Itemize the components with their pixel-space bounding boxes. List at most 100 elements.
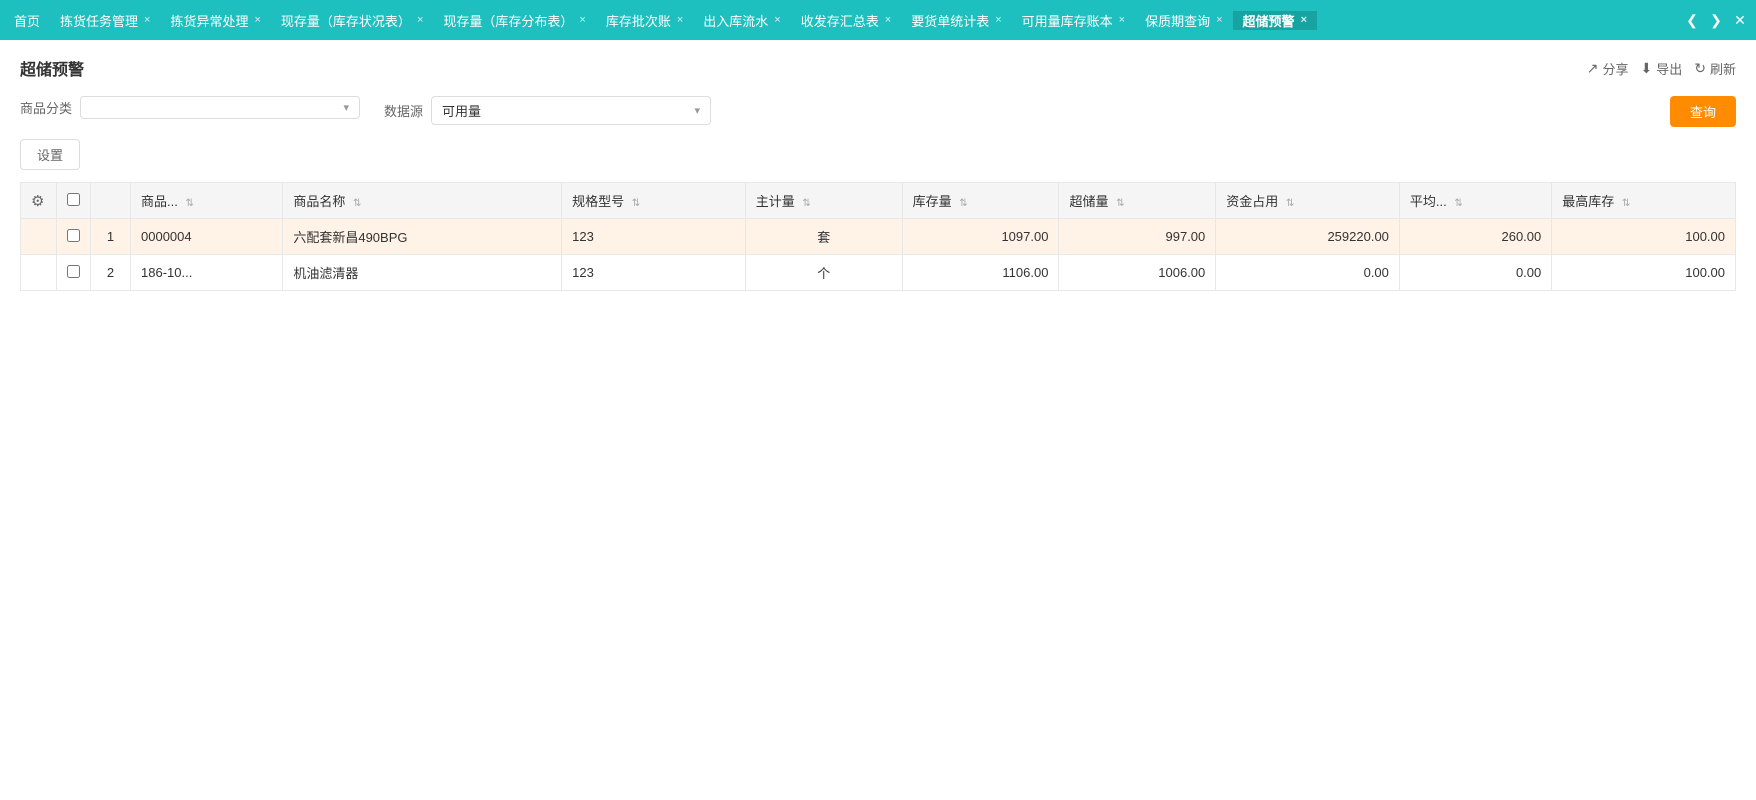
cell-0-7: 1097.00	[902, 219, 1059, 255]
export-button[interactable]: ⬇ 导出	[1641, 59, 1683, 78]
cell-value-1-11: 100.00	[1685, 265, 1725, 280]
select-all-checkbox[interactable]	[67, 193, 80, 206]
page-header: 超储预警 ↗ 分享 ⬇ 导出 ↻ 刷新	[20, 56, 1736, 80]
nav-tab-close-6[interactable]: ×	[774, 14, 780, 26]
cell-1-11: 100.00	[1552, 255, 1736, 291]
sort-capital-icon: ⇅	[1286, 198, 1294, 209]
cell-value-0-5: 123	[572, 229, 594, 244]
cell-1-3: 186-10...	[131, 255, 283, 291]
refresh-button[interactable]: ↻ 刷新	[1694, 59, 1736, 78]
share-button[interactable]: ↗ 分享	[1587, 59, 1629, 78]
table-row: 2186-10...机油滤清器123个1106.001006.000.000.0…	[21, 255, 1736, 291]
cell-value-0-3: 0000004	[141, 229, 192, 244]
nav-tab-label-4: 现存量（库存分布表）	[443, 11, 573, 30]
col-stock[interactable]: 库存量 ⇅	[902, 183, 1059, 219]
settings-button[interactable]: 设置	[20, 139, 80, 170]
cell-value-0-9: 259220.00	[1327, 229, 1388, 244]
checkbox-cell-1	[57, 255, 91, 291]
cell-1-9: 0.00	[1216, 255, 1400, 291]
cell-value-1-5: 123	[572, 265, 594, 280]
row-checkbox-1[interactable]	[67, 265, 80, 278]
page-title: 超储预警	[20, 56, 84, 80]
cell-1-5: 123	[562, 255, 746, 291]
nav-tab-10[interactable]: 保质期查询×	[1135, 11, 1232, 30]
col-unit[interactable]: 主计量 ⇅	[745, 183, 902, 219]
nav-arrow-left[interactable]: ❮	[1680, 0, 1704, 40]
cell-0-9: 259220.00	[1216, 219, 1400, 255]
cell-1-8: 1006.00	[1059, 255, 1216, 291]
col-goods-code-label: 商品...	[141, 194, 178, 209]
col-spec[interactable]: 规格型号 ⇅	[562, 183, 746, 219]
cell-1-7: 1106.00	[902, 255, 1059, 291]
cell-value-1-10: 0.00	[1516, 265, 1541, 280]
nav-tab-label-9: 可用量库存账本	[1022, 11, 1113, 30]
nav-tab-8[interactable]: 要货单统计表×	[901, 11, 1011, 30]
sort-avg-icon: ⇅	[1454, 198, 1462, 209]
nav-tab-close-9[interactable]: ×	[1119, 14, 1125, 26]
cell-0-6: 套	[745, 219, 902, 255]
category-select[interactable]: ▾	[80, 96, 360, 119]
nav-tab-11[interactable]: 超储预警×	[1233, 11, 1317, 30]
col-goods-name-label: 商品名称	[293, 194, 345, 209]
nav-arrow-right[interactable]: ❯	[1704, 0, 1728, 40]
nav-tab-1[interactable]: 拣货任务管理×	[50, 11, 160, 30]
col-goods-name[interactable]: 商品名称 ⇅	[283, 183, 562, 219]
gear-cell-0	[21, 219, 57, 255]
nav-tab-close-7[interactable]: ×	[885, 14, 891, 26]
col-goods-code[interactable]: 商品... ⇅	[131, 183, 283, 219]
cell-1-10: 0.00	[1399, 255, 1551, 291]
cell-0-4: 六配套新昌490BPG	[283, 219, 562, 255]
cell-0-2: 1	[91, 219, 131, 255]
nav-tab-7[interactable]: 收发存汇总表×	[791, 11, 901, 30]
datasource-filter-group: 数据源 可用量 ▾	[384, 96, 711, 125]
col-max-stock[interactable]: 最高库存 ⇅	[1552, 183, 1736, 219]
datasource-dropdown-icon: ▾	[695, 104, 701, 117]
table-header-row: ⚙ 商品... ⇅ 商品名称 ⇅ 规格型号 ⇅	[21, 183, 1736, 219]
nav-tab-close-4[interactable]: ×	[579, 14, 585, 26]
nav-tab-close-8[interactable]: ×	[995, 14, 1001, 26]
settings-gear-icon: ⚙	[31, 193, 44, 210]
datasource-select-value: 可用量	[442, 101, 481, 120]
col-overstock[interactable]: 超储量 ⇅	[1059, 183, 1216, 219]
col-stock-label: 库存量	[913, 194, 952, 209]
nav-tab-close-1[interactable]: ×	[144, 14, 150, 26]
sort-unit-icon: ⇅	[802, 198, 810, 209]
nav-tab-4[interactable]: 现存量（库存分布表） ×	[433, 11, 595, 30]
cell-1-4: 机油滤清器	[283, 255, 562, 291]
row-checkbox-0[interactable]	[67, 229, 80, 242]
cell-value-1-9: 0.00	[1364, 265, 1389, 280]
nav-tab-2[interactable]: 拣货异常处理×	[160, 11, 270, 30]
datasource-select[interactable]: 可用量 ▾	[431, 96, 711, 125]
sort-spec-icon: ⇅	[632, 198, 640, 209]
col-max-stock-label: 最高库存	[1562, 194, 1614, 209]
nav-tab-close-2[interactable]: ×	[254, 14, 260, 26]
cell-1-2: 2	[91, 255, 131, 291]
nav-tab-9[interactable]: 可用量库存账本 ×	[1012, 11, 1135, 30]
nav-tab-close-3[interactable]: ×	[417, 14, 423, 26]
cell-0-8: 997.00	[1059, 219, 1216, 255]
nav-tab-close-10[interactable]: ×	[1216, 14, 1222, 26]
col-checkbox-all[interactable]	[57, 183, 91, 219]
nav-tab-3[interactable]: 现存量（库存状况表）×	[271, 11, 433, 30]
page-content: 超储预警 ↗ 分享 ⬇ 导出 ↻ 刷新 商品分类 ▾ 数据源	[0, 40, 1756, 800]
gear-cell-1	[21, 255, 57, 291]
category-filter-group: 商品分类 ▾	[20, 96, 360, 119]
nav-tab-5[interactable]: 库存批次账×	[596, 11, 693, 30]
nav-tab-close-5[interactable]: ×	[677, 14, 683, 26]
data-table: ⚙ 商品... ⇅ 商品名称 ⇅ 规格型号 ⇅	[20, 182, 1736, 291]
query-button[interactable]: 查询	[1670, 96, 1736, 127]
nav-tab-0[interactable]: 首页	[4, 11, 50, 30]
cell-value-0-8: 997.00	[1166, 229, 1206, 244]
nav-arrow-close[interactable]: ✕	[1728, 0, 1752, 40]
nav-tab-6[interactable]: 出入库流水×	[693, 11, 790, 30]
sort-goods-code-icon: ⇅	[185, 198, 193, 209]
col-avg[interactable]: 平均... ⇅	[1399, 183, 1551, 219]
nav-tab-label-0: 首页	[14, 11, 40, 30]
share-icon: ↗	[1587, 60, 1599, 77]
col-settings-gear[interactable]: ⚙	[21, 183, 57, 219]
sort-stock-icon: ⇅	[959, 198, 967, 209]
filter-area: 商品分类 ▾ 数据源 可用量 ▾ 查询	[20, 96, 1736, 127]
nav-tab-close-11[interactable]: ×	[1301, 14, 1307, 26]
export-icon: ⬇	[1641, 60, 1653, 77]
col-capital[interactable]: 资金占用 ⇅	[1216, 183, 1400, 219]
